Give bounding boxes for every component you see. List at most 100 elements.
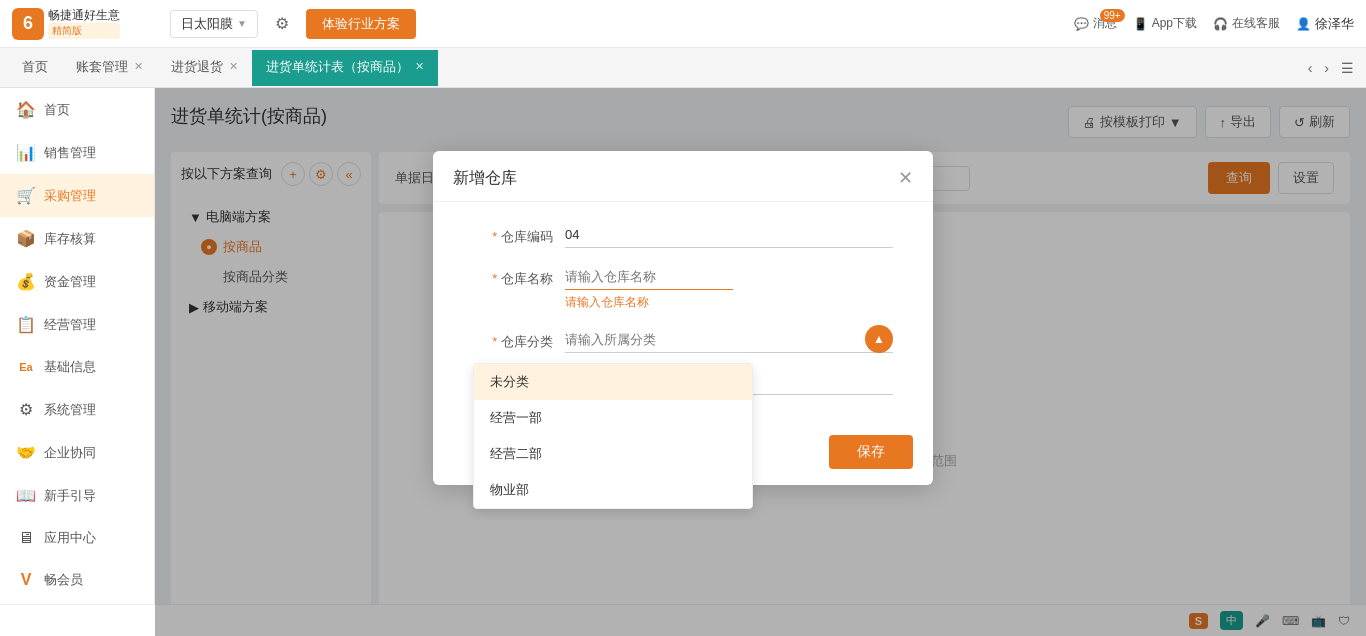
sidebar-item-appcenter[interactable]: 🖥 应用中心 [0,517,154,559]
online-service-button[interactable]: 🎧 在线客服 [1213,15,1280,32]
form-row-name: 仓库名称 请输入仓库名称 [473,264,893,311]
tab-purchase-stats-label: 进货单统计表（按商品） [266,58,409,76]
system-icon: ⚙ [16,400,36,419]
category-dropdown-toggle[interactable]: ▲ [865,325,893,353]
category-input-wrapper: ▲ [565,327,893,353]
sidebar-vip-label: 畅会员 [44,571,83,589]
finance-icon: 💰 [16,272,36,291]
tab-next-button[interactable]: › [1320,56,1333,80]
settings-gear-button[interactable]: ⚙ [266,8,298,40]
content-area: 进货单统计(按商品) 🖨 按模板打印 ▼ ↑ 导出 ↺ 刷新 [155,88,1366,636]
modal-close-button[interactable]: ✕ [898,167,913,189]
modal-title: 新增仓库 [453,168,517,189]
store-selector-arrow: ▼ [237,18,247,29]
cooperation-icon: 🤝 [16,443,36,462]
tab-purchase-stats-close[interactable]: ✕ [415,60,424,73]
top-bar: 6 畅捷通好生意 精简版 日太阳膜 ▼ ⚙ 体验行业方案 💬 消息 99+ 📱 … [0,0,1366,48]
dropdown-option-dept2[interactable]: 经营二部 [474,436,752,472]
form-row-category: 仓库分类 ▲ 未分类 经营一部 经营二部 物业部 [473,327,893,353]
sidebar-sales-label: 销售管理 [44,144,96,162]
operations-icon: 📋 [16,315,36,334]
tab-home-label: 首页 [22,58,48,76]
messages-button[interactable]: 💬 消息 99+ [1074,15,1117,32]
tab-account[interactable]: 账套管理 ✕ [62,50,157,86]
sales-icon: 📊 [16,143,36,162]
tab-bar: 首页 账套管理 ✕ 进货退货 ✕ 进货单统计表（按商品） ✕ ‹ › ☰ [0,48,1366,88]
sidebar-finance-label: 资金管理 [44,273,96,291]
basics-icon: Ea [16,361,36,373]
user-menu[interactable]: 👤 徐泽华 [1296,15,1354,33]
app-download-button[interactable]: 📱 App下载 [1133,15,1197,32]
dropdown-option-unclassified[interactable]: 未分类 [474,364,752,400]
category-dropdown-list: 未分类 经营一部 经营二部 物业部 [473,363,753,509]
message-icon: 💬 [1074,17,1089,31]
logo-badge: 精简版 [48,23,120,39]
code-label: 仓库编码 [473,222,553,246]
code-input[interactable] [565,222,893,248]
trial-button[interactable]: 体验行业方案 [306,9,416,39]
sidebar-operations-label: 经营管理 [44,316,96,334]
home-icon: 🏠 [16,100,36,119]
sidebar-system-label: 系统管理 [44,401,96,419]
tab-home[interactable]: 首页 [8,50,62,86]
sidebar-item-vip[interactable]: V 畅会员 [0,559,154,601]
modal-body: 仓库编码 仓库名称 请输入仓库名称 [433,202,933,427]
sidebar-item-operations[interactable]: 📋 经营管理 [0,303,154,346]
sidebar-item-sales[interactable]: 📊 销售管理 [0,131,154,174]
username: 徐泽华 [1315,15,1354,33]
purchase-icon: 🛒 [16,186,36,205]
tab-purchase-return-label: 进货退货 [171,58,223,76]
name-label: 仓库名称 [473,264,553,290]
guide-icon: 📖 [16,486,36,505]
sidebar-purchase-label: 采购管理 [44,187,96,205]
main-layout: 🏠 首页 📊 销售管理 🛒 采购管理 📦 库存核算 💰 资金管理 📋 经 [0,88,1366,636]
add-warehouse-modal: 新增仓库 ✕ 仓库编码 仓库名称 [433,151,933,485]
sidebar-cooperation-label: 企业协同 [44,444,96,462]
dropdown-option-dept1[interactable]: 经营一部 [474,400,752,436]
messages-badge: 99+ [1100,9,1125,22]
sidebar-item-basics[interactable]: Ea 基础信息 [0,346,154,388]
phone-icon: 📱 [1133,17,1148,31]
sidebar-home-label: 首页 [44,101,70,119]
tab-prev-button[interactable]: ‹ [1304,56,1317,80]
sidebar-appcenter-label: 应用中心 [44,529,96,547]
sidebar-item-guide[interactable]: 📖 新手引导 [0,474,154,517]
modal-overlay[interactable]: 新增仓库 ✕ 仓库编码 仓库名称 [155,88,1366,636]
sidebar-item-inventory[interactable]: 📦 库存核算 [0,217,154,260]
sidebar-item-finance[interactable]: 💰 资金管理 [0,260,154,303]
inventory-icon: 📦 [16,229,36,248]
modal-header: 新增仓库 ✕ [433,151,933,202]
gear-icon: ⚙ [275,14,289,33]
logo-area: 6 畅捷通好生意 精简版 [12,8,162,40]
form-row-code: 仓库编码 [473,222,893,248]
sidebar-basics-label: 基础信息 [44,358,96,376]
nav-section: 🏠 首页 📊 销售管理 🛒 采购管理 📦 库存核算 💰 资金管理 📋 经 [0,88,154,601]
sidebar-guide-label: 新手引导 [44,487,96,505]
top-right-actions: 💬 消息 99+ 📱 App下载 🎧 在线客服 👤 徐泽华 [1074,15,1354,33]
tab-account-label: 账套管理 [76,58,128,76]
sidebar: 🏠 首页 📊 销售管理 🛒 采购管理 📦 库存核算 💰 资金管理 📋 经 [0,88,155,636]
sidebar-item-system[interactable]: ⚙ 系统管理 [0,388,154,431]
category-input[interactable] [565,332,893,347]
dropdown-option-dept3[interactable]: 物业部 [474,472,752,508]
user-icon: 👤 [1296,17,1311,31]
logo-icon: 6 [12,8,44,40]
sidebar-inventory-label: 库存核算 [44,230,96,248]
headset-icon: 🎧 [1213,17,1228,31]
store-selector[interactable]: 日太阳膜 ▼ [170,10,258,38]
sidebar-item-cooperation[interactable]: 🤝 企业协同 [0,431,154,474]
name-input[interactable] [565,264,733,290]
category-label: 仓库分类 [473,327,553,351]
tab-menu-button[interactable]: ☰ [1337,56,1358,80]
tab-purchase-return-close[interactable]: ✕ [229,60,238,73]
sidebar-item-home[interactable]: 🏠 首页 [0,88,154,131]
logo-text: 畅捷通好生意 [48,8,120,24]
vip-icon: V [16,571,36,589]
tab-purchase-return[interactable]: 进货退货 ✕ [157,50,252,86]
sidebar-item-purchase[interactable]: 🛒 采购管理 [0,174,154,217]
tab-account-close[interactable]: ✕ [134,60,143,73]
tab-purchase-stats[interactable]: 进货单统计表（按商品） ✕ [252,50,438,86]
store-name: 日太阳膜 [181,15,233,33]
save-button[interactable]: 保存 [829,435,913,469]
name-error-message: 请输入仓库名称 [565,295,649,309]
